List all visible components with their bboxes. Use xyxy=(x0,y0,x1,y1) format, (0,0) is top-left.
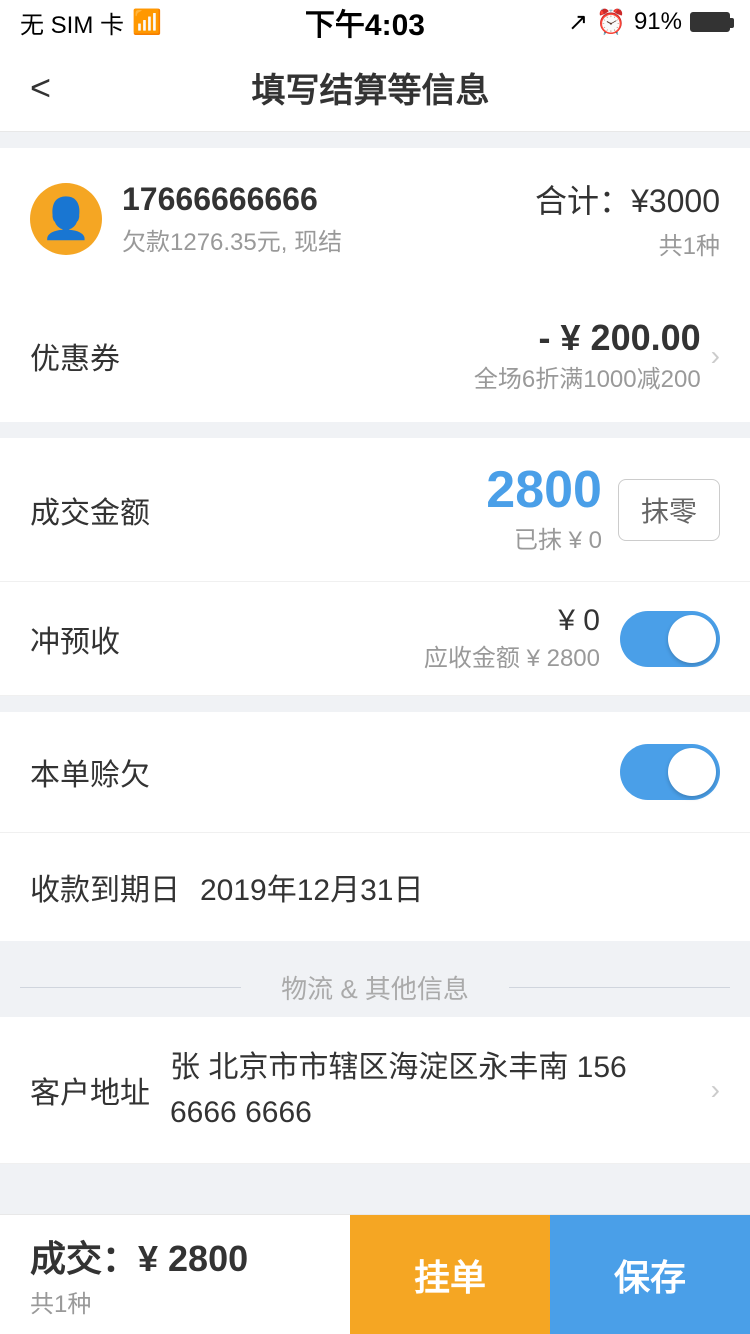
coupon-chevron-icon: › xyxy=(711,340,720,372)
due-date-row: 收款到期日 2019年12月31日 xyxy=(0,833,750,941)
logistics-label: 物流 & 其他信息 xyxy=(281,969,469,1006)
debit-toggle[interactable] xyxy=(620,744,720,800)
due-date-value: 2019年12月31日 xyxy=(200,865,423,909)
prepay-value-wrap: ¥ 0 应收金额 ¥ 2800 xyxy=(424,604,600,673)
prepayment-row: 冲预收 ¥ 0 应收金额 ¥ 2800 xyxy=(0,582,750,696)
prepay-toggle[interactable] xyxy=(620,611,720,667)
prepay-sub: 应收金额 ¥ 2800 xyxy=(424,638,600,673)
discount-sub: 全场6折满1000减200 xyxy=(474,359,701,394)
customer-info: 17666666666 欠款1276.35元, 现结 xyxy=(122,181,535,257)
bottom-deal-label: 成交： xyxy=(30,1238,138,1279)
section-divider-2 xyxy=(0,696,750,712)
avatar-icon: 👤 xyxy=(41,195,91,242)
round-button[interactable]: 抹零 xyxy=(618,479,720,541)
address-row[interactable]: 客户地址 张 北京市市辖区海淀区永丰南 156 6666 6666 › xyxy=(0,1017,750,1164)
deal-amount-row: 成交金额 2800 已抹 ¥ 0 抹零 xyxy=(0,438,750,582)
prepay-label: 冲预收 xyxy=(30,617,120,661)
bottom-summary: 成交：¥ 2800 共1种 xyxy=(0,1230,350,1319)
prepay-right: ¥ 0 应收金额 ¥ 2800 xyxy=(120,604,720,673)
address-value: 张 北京市市辖区海淀区永丰南 156 6666 6666 xyxy=(170,1045,701,1135)
gps-icon: ↗ xyxy=(568,8,588,37)
deal-number: 2800 xyxy=(486,464,602,516)
logistics-line-left xyxy=(20,987,241,988)
coupon-value-wrap: - ¥ 200.00 全场6折满1000减200 xyxy=(120,317,701,394)
nav-bar: < 填写结算等信息 xyxy=(0,44,750,132)
coupon-section: 优惠券 - ¥ 200.00 全场6折满1000减200 › xyxy=(0,289,750,422)
section-divider-1 xyxy=(0,422,750,438)
page-title: 填写结算等信息 xyxy=(71,63,670,112)
bottom-bar: 成交：¥ 2800 共1种 挂单 保存 xyxy=(0,1214,750,1334)
bottom-deal-amount: ¥ 2800 xyxy=(138,1238,248,1279)
wifi-icon: 📶 xyxy=(132,8,162,37)
back-button[interactable]: < xyxy=(30,57,71,119)
status-left: 无 SIM 卡 📶 xyxy=(20,5,162,40)
deal-amount-label: 成交金额 xyxy=(30,488,150,532)
coupon-row[interactable]: 优惠券 - ¥ 200.00 全场6折满1000减200 › xyxy=(0,289,750,422)
pending-button[interactable]: 挂单 xyxy=(350,1215,550,1334)
bottom-count: 共1种 xyxy=(30,1284,320,1319)
avatar: 👤 xyxy=(30,183,102,255)
status-time: 下午4:03 xyxy=(305,0,425,44)
total-label: 合计： xyxy=(535,183,631,219)
total-value: ¥3000 xyxy=(631,183,720,219)
status-bar: 无 SIM 卡 📶 下午4:03 ↗ ⏰ 91% xyxy=(0,0,750,44)
discount-amount: - ¥ 200.00 xyxy=(539,317,701,359)
battery-icon xyxy=(690,12,730,32)
customer-card: 👤 17666666666 欠款1276.35元, 现结 合计：¥3000 共1… xyxy=(0,148,750,289)
bottom-deal-text: 成交：¥ 2800 xyxy=(30,1230,320,1282)
address-chevron-icon: › xyxy=(711,1074,720,1106)
debit-label: 本单赊欠 xyxy=(30,750,620,794)
battery-text: 91% xyxy=(634,8,682,36)
customer-total: 合计：¥3000 共1种 xyxy=(535,176,720,261)
save-button[interactable]: 保存 xyxy=(550,1215,750,1334)
debit-row: 本单赊欠 xyxy=(0,712,750,832)
customer-phone: 17666666666 xyxy=(122,181,535,218)
logistics-section-header: 物流 & 其他信息 xyxy=(0,957,750,1017)
carrier-text: 无 SIM 卡 xyxy=(20,5,124,40)
total-amount: 合计：¥3000 xyxy=(535,176,720,222)
alarm-icon: ⏰ xyxy=(596,8,626,37)
status-right: ↗ ⏰ 91% xyxy=(568,8,730,37)
deal-value-wrap: 2800 已抹 ¥ 0 xyxy=(150,464,602,555)
customer-debt: 欠款1276.35元, 现结 xyxy=(122,222,535,257)
deal-rounded-sub: 已抹 ¥ 0 xyxy=(514,520,602,555)
coupon-label: 优惠券 xyxy=(30,334,120,378)
logistics-line-right xyxy=(509,987,730,988)
due-date-label: 收款到期日 xyxy=(30,865,180,909)
address-label: 客户地址 xyxy=(30,1068,150,1112)
prepay-amount: ¥ 0 xyxy=(558,604,600,638)
total-count: 共1种 xyxy=(535,226,720,261)
